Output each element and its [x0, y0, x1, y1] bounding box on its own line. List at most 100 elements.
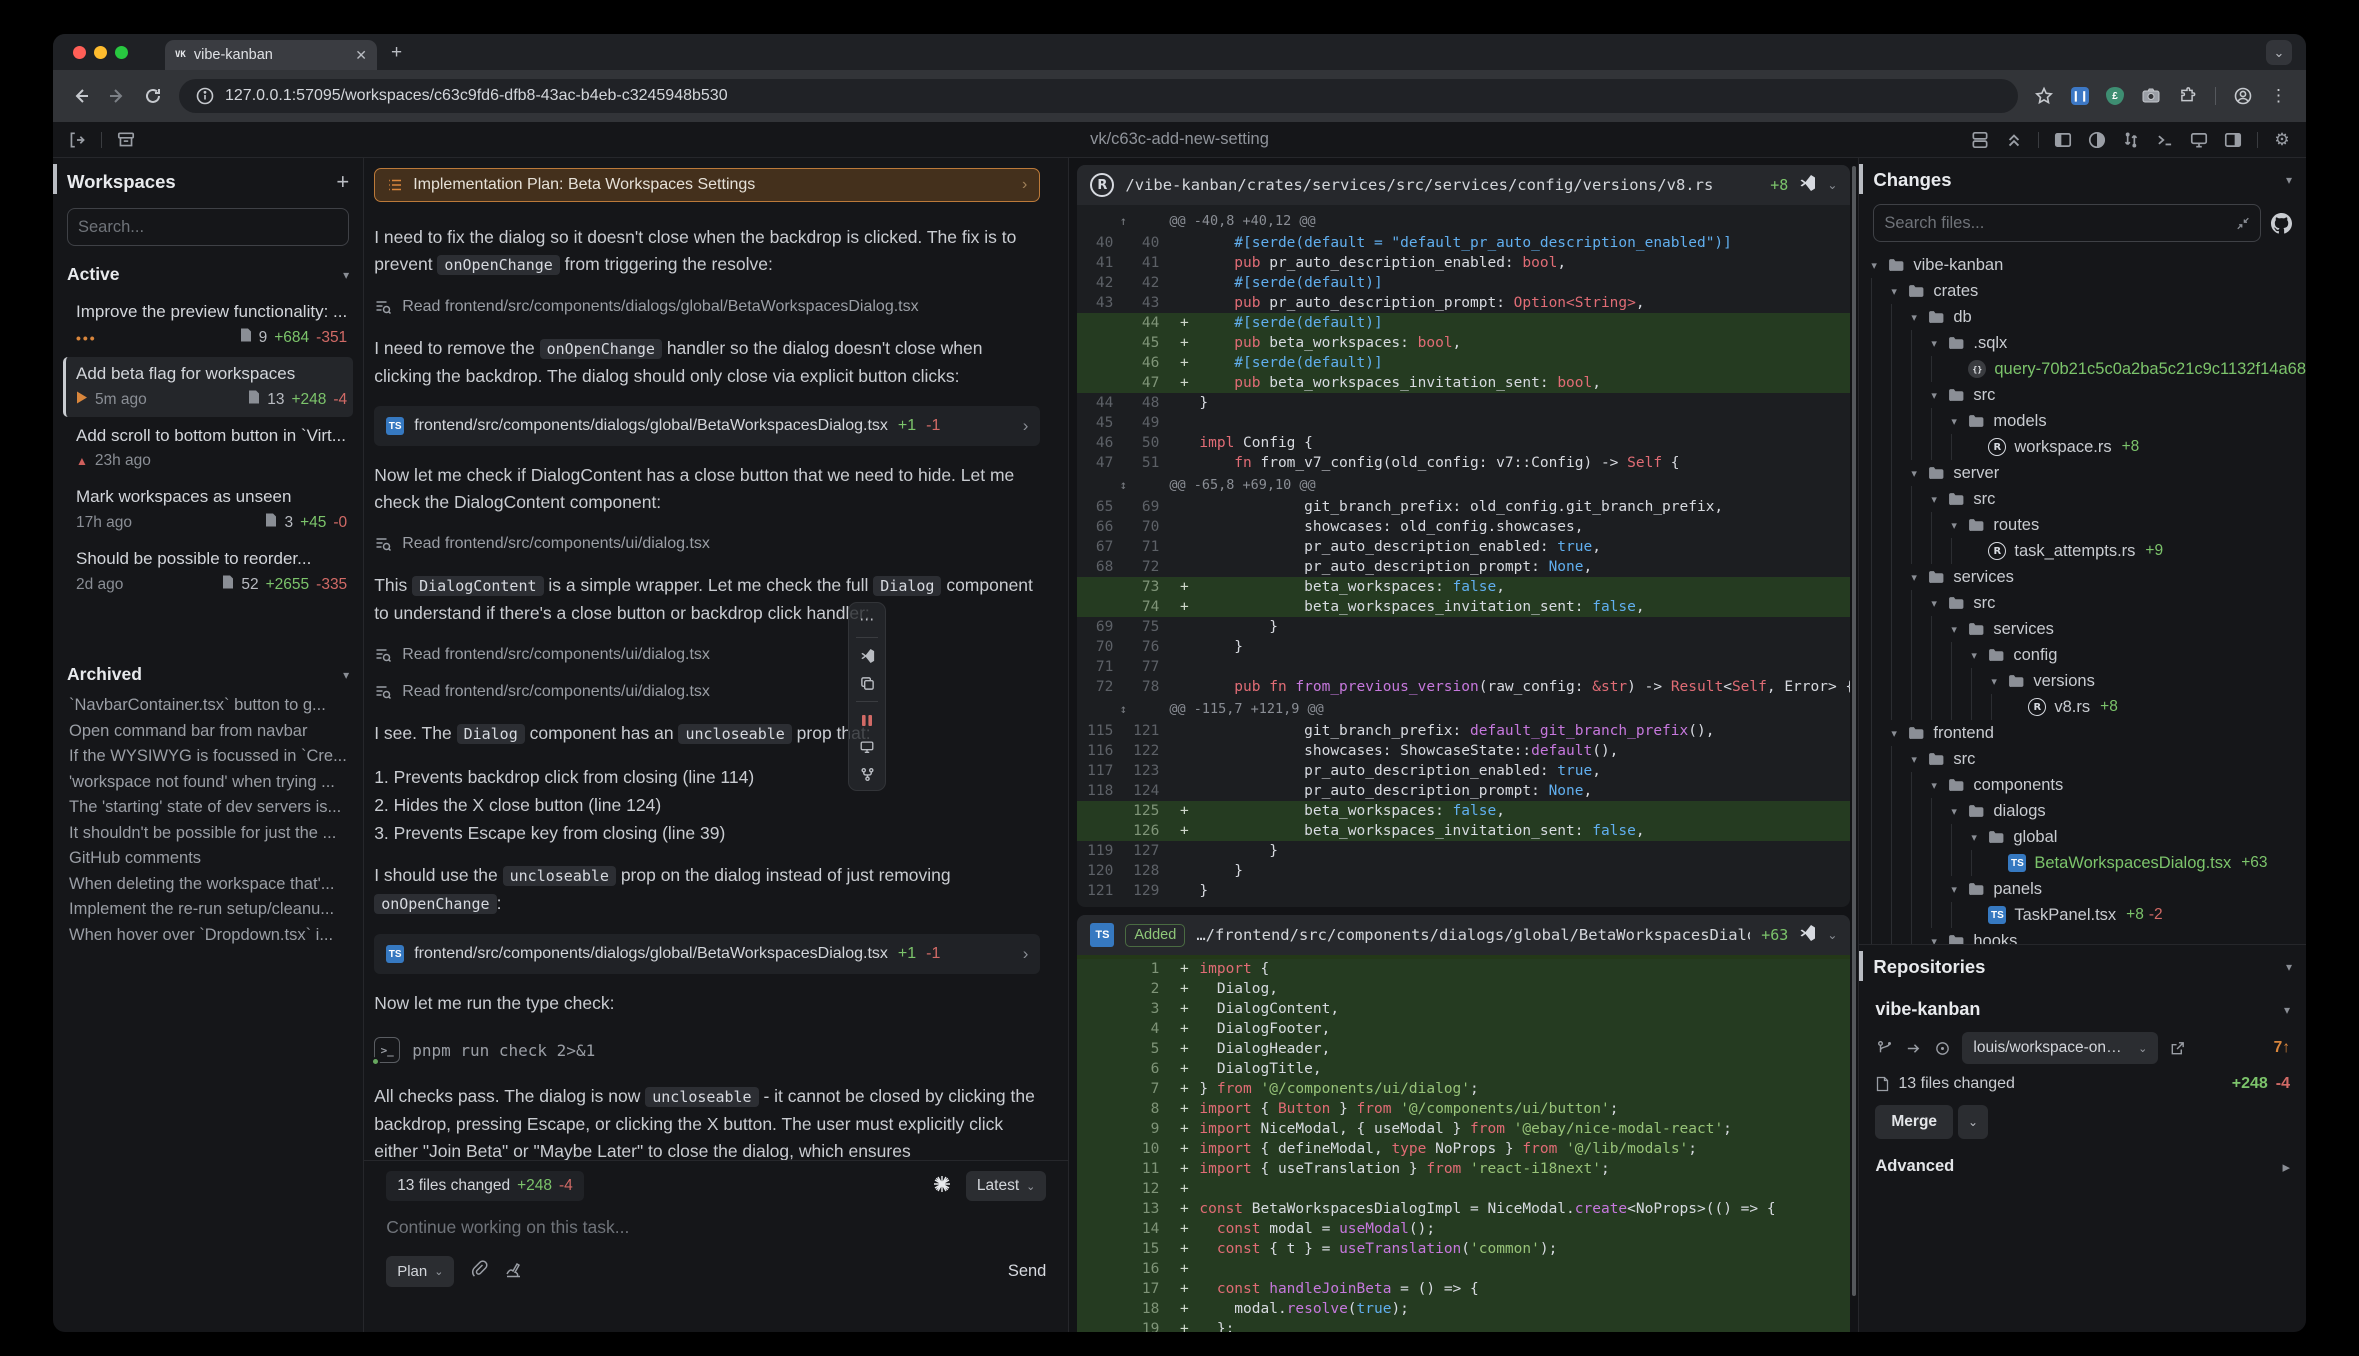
hunk-header[interactable]: ↑ @@ -40,8 +40,12 @@	[1077, 209, 1850, 233]
panel-left-icon[interactable]	[2053, 130, 2073, 150]
tree-folder-row[interactable]: ▾ src	[1871, 382, 2306, 408]
file-search-input[interactable]	[1884, 213, 2228, 233]
workspace-item[interactable]: Mark workspaces as unseen 17h ago 3 +45 -0	[63, 480, 353, 540]
conversation-scroll[interactable]: Implementation Plan: Beta Workspaces Set…	[364, 158, 1068, 1160]
tree-folder-row[interactable]: ▾ .sqlx	[1871, 330, 2306, 356]
mode-dropdown[interactable]: Plan ⌄	[386, 1256, 455, 1287]
merge-options-button[interactable]: ⌄	[1958, 1105, 1989, 1139]
hunk-header[interactable]: ↕ @@ -65,8 +69,10 @@	[1077, 473, 1850, 497]
diff-line[interactable]: 121 129}	[1077, 881, 1850, 901]
diff-line[interactable]: 1 + import {	[1077, 959, 1851, 979]
tool-read-chip[interactable]: Read frontend/src/components/ui/dialog.t…	[374, 535, 1040, 553]
archived-workspace-item[interactable]: It shouldn't be possible for just the ..…	[53, 821, 363, 847]
theme-contrast-icon[interactable]	[2087, 130, 2107, 150]
diff-header[interactable]: R /vibe-kanban/crates/services/src/servi…	[1077, 165, 1851, 205]
copy-icon[interactable]	[858, 674, 876, 692]
collapse-all-icon[interactable]	[2004, 130, 2024, 150]
address-bar[interactable]: 127.0.0.1:57095/workspaces/c63c9fd6-dfb8…	[179, 79, 2018, 113]
macos-minimize-button[interactable]	[94, 46, 107, 59]
diff-line[interactable]: 117 123 pr_auto_description_enabled: true…	[1077, 761, 1850, 781]
diff-line[interactable]: 11 + import { useTranslation } from 'react…	[1077, 1159, 1851, 1179]
collapse-tree-icon[interactable]	[2236, 216, 2250, 231]
diff-line[interactable]: 73 + beta_workspaces: false,	[1077, 577, 1851, 597]
diff-line[interactable]: 13 + const BetaWorkspacesDialogImpl = Nice…	[1077, 1199, 1851, 1219]
diff-line[interactable]: 46 + #[serde(default)]	[1077, 353, 1851, 373]
diff-line[interactable]: 125 + beta_workspaces: false,	[1077, 801, 1851, 821]
browser-tab[interactable]: VK vibe-kanban ✕	[165, 40, 377, 70]
git-compare-icon[interactable]	[2121, 130, 2141, 150]
send-button[interactable]: Send	[1008, 1262, 1047, 1281]
tree-folder-row[interactable]: ▾ crates	[1871, 278, 2306, 304]
diff-line[interactable]: 43 43 pub pr_auto_description_prompt: Opt…	[1077, 293, 1850, 313]
diff-line[interactable]: 45 49	[1077, 413, 1850, 433]
tree-folder-row[interactable]: ▾ config	[1871, 642, 2306, 668]
file-search[interactable]	[1873, 204, 2261, 242]
monitor-icon[interactable]	[2189, 130, 2209, 150]
archived-workspace-item[interactable]: The 'starting' state of dev servers is..…	[53, 795, 363, 821]
pause-icon[interactable]	[858, 711, 876, 729]
scrollbar[interactable]	[1852, 166, 1857, 1296]
tree-folder-row[interactable]: ▾ routes	[1871, 512, 2306, 538]
archived-workspace-item[interactable]: When deleting the workspace that'...	[53, 872, 363, 898]
chevron-down-icon[interactable]: ▾	[2286, 960, 2292, 974]
tree-folder-row[interactable]: ▾ db	[1871, 304, 2306, 330]
tool-read-chip[interactable]: Read frontend/src/components/ui/dialog.t…	[374, 683, 1040, 701]
diff-line[interactable]: 19 + };	[1077, 1319, 1851, 1332]
diff-line[interactable]: 120 128 }	[1077, 861, 1850, 881]
archived-workspace-item[interactable]: When hover over `Dropdown.tsx` i...	[53, 923, 363, 949]
tab-list-chevron-icon[interactable]: ⌄	[2266, 40, 2292, 65]
tree-folder-row[interactable]: ▾ src	[1871, 590, 2306, 616]
open-in-vscode-icon[interactable]	[1799, 924, 1816, 947]
add-workspace-button[interactable]: +	[336, 169, 349, 195]
message-input[interactable]	[386, 1217, 1047, 1238]
diff-line[interactable]: 6 + DialogTitle,	[1077, 1059, 1851, 1079]
tree-folder-row[interactable]: ▾ components	[1871, 772, 2306, 798]
diff-line[interactable]: 116 122 showcases: ShowcaseState::default…	[1077, 741, 1850, 761]
tree-file-row[interactable]: Rv8.rs +8	[1871, 694, 2306, 720]
archive-icon[interactable]	[116, 130, 136, 150]
diff-line[interactable]: 67 71 pr_auto_description_enabled: true,	[1077, 537, 1850, 557]
file-change-card[interactable]: TS frontend/src/components/dialogs/globa…	[374, 934, 1041, 974]
diff-line[interactable]: 10 + import { defineModal, type NoProps } …	[1077, 1139, 1851, 1159]
version-dropdown[interactable]: Latest ⌄	[965, 1171, 1047, 1201]
tree-folder-row[interactable]: ▾ global	[1871, 824, 2306, 850]
diff-line[interactable]: 41 41 pub pr_auto_description_enabled: bo…	[1077, 253, 1850, 273]
extension-icon-blue[interactable]: ❙❙	[2071, 87, 2089, 105]
back-icon[interactable]	[71, 86, 91, 106]
settings-gear-icon[interactable]: ⚙	[2272, 130, 2292, 150]
files-changed-chip[interactable]: 13 files changed +248 -4	[386, 1171, 584, 1201]
arrow-right-icon[interactable]	[1904, 1039, 1923, 1058]
diff-line[interactable]: 3 + DialogContent,	[1077, 999, 1851, 1019]
extensions-puzzle-icon[interactable]	[2178, 86, 2198, 106]
archived-section-header[interactable]: Archived ▾	[53, 656, 363, 693]
implementation-plan-banner[interactable]: Implementation Plan: Beta Workspaces Set…	[374, 168, 1041, 202]
diff-line[interactable]: 115 121 git_branch_prefix: default_git_br…	[1077, 721, 1850, 741]
workspace-item[interactable]: Add scroll to bottom button in `Virt... ▲…	[63, 419, 353, 478]
repo-row[interactable]: vibe-kanban ▾	[1859, 987, 2306, 1024]
collapse-chevron-icon[interactable]: ⌄	[1827, 928, 1837, 942]
tree-folder-row[interactable]: ▾ src	[1871, 486, 2306, 512]
bookmark-star-icon[interactable]	[2034, 86, 2054, 106]
diff-line[interactable]: 42 42 #[serde(default)]	[1077, 273, 1850, 293]
file-change-card[interactable]: TS frontend/src/components/dialogs/globa…	[374, 406, 1041, 446]
hunk-header[interactable]: ↕ @@ -115,7 +121,9 @@	[1077, 697, 1850, 721]
diff-line[interactable]: 47 51 fn from_v7_config(old_config: v7::C…	[1077, 453, 1850, 473]
merge-button[interactable]: Merge	[1875, 1105, 1954, 1139]
extension-shield-icon[interactable]: £	[2106, 87, 2124, 105]
external-link-icon[interactable]	[2168, 1039, 2187, 1058]
active-section-header[interactable]: Active ▾	[53, 256, 363, 293]
tree-file-row[interactable]: {} query-70b21c5c0a2ba5c21c9c1132f14a68	[1871, 356, 2306, 382]
open-in-vscode-icon[interactable]	[858, 647, 876, 665]
git-graph-icon[interactable]	[1875, 1039, 1894, 1058]
tree-file-row[interactable]: Rworkspace.rs +8	[1871, 434, 2306, 460]
open-in-ide-icon[interactable]	[67, 130, 87, 150]
diff-line[interactable]: 9 + import NiceModal, { useModal } from '@…	[1077, 1119, 1851, 1139]
workspace-item[interactable]: Add beta flag for workspaces 5m ago 13 +248…	[63, 357, 354, 417]
diff-line[interactable]: 12 +	[1077, 1179, 1851, 1199]
diff-line[interactable]: 126 + beta_workspaces_invitation_sent: fa…	[1077, 821, 1851, 841]
tab-close-icon[interactable]: ✕	[355, 47, 367, 64]
diff-line[interactable]: 44 + #[serde(default)]	[1077, 313, 1851, 333]
diff-line[interactable]: 16 +	[1077, 1259, 1851, 1279]
diff-line[interactable]: 69 75 }	[1077, 617, 1850, 637]
diff-line[interactable]: 17 + const handleJoinBeta = () => {	[1077, 1279, 1851, 1299]
